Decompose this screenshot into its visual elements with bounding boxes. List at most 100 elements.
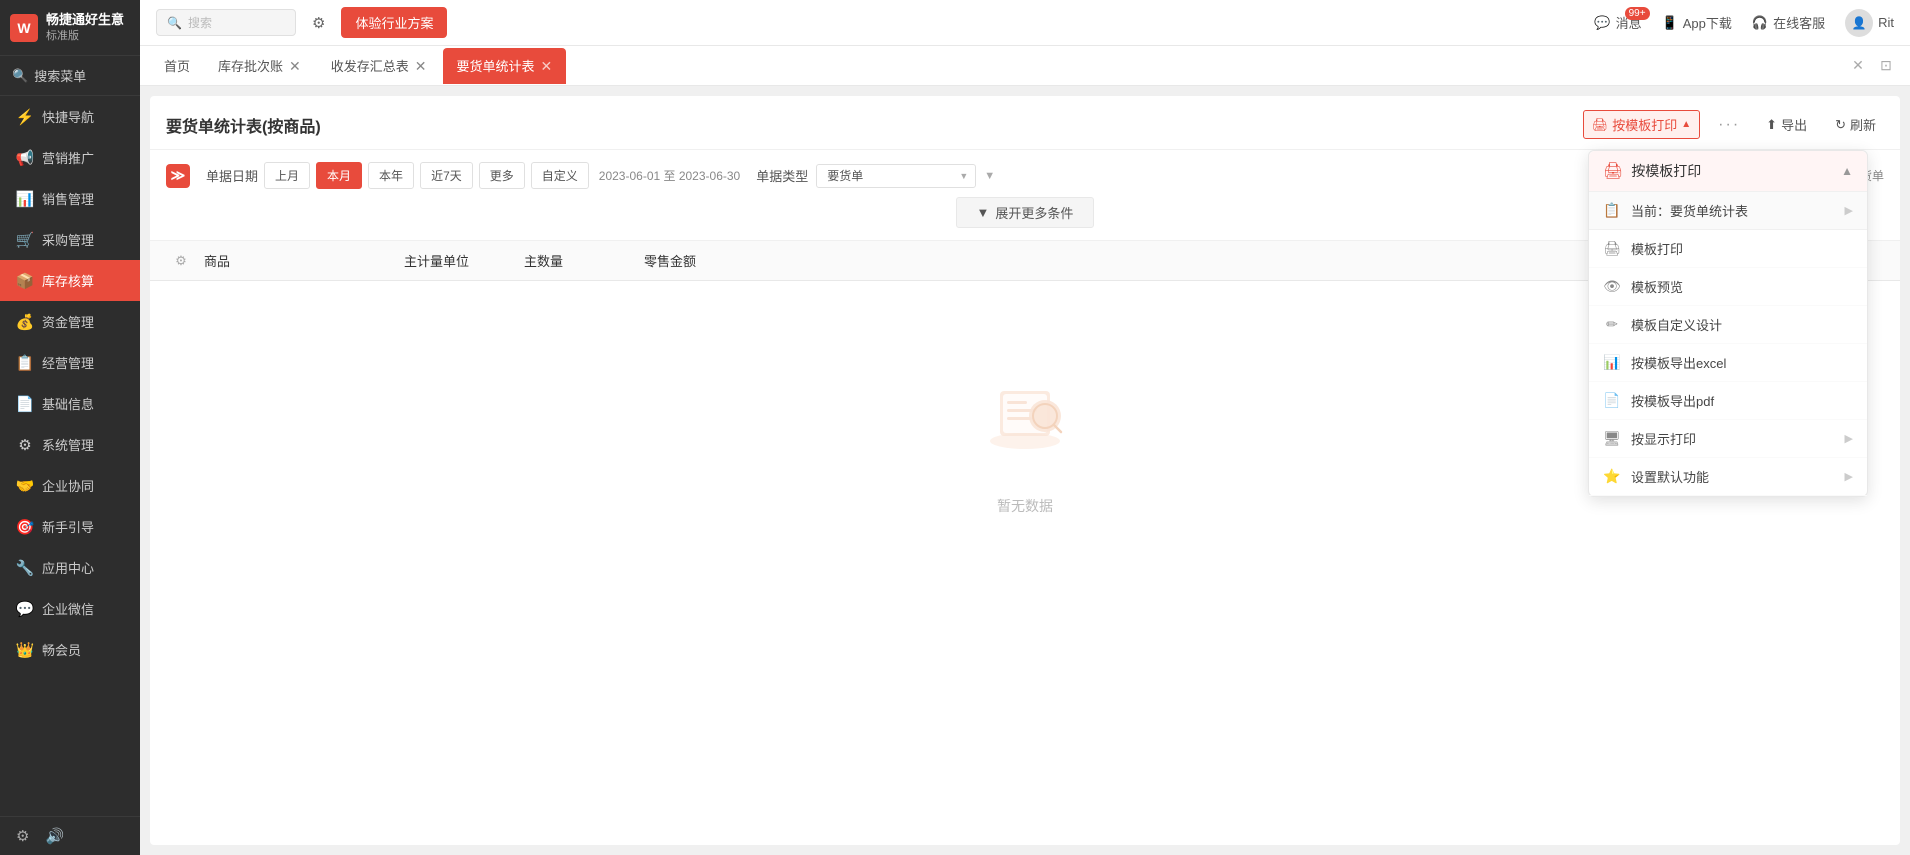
tab-batch-account[interactable]: 库存批次账 ✕	[204, 48, 315, 84]
app-version: 标准版	[46, 29, 124, 43]
nav-label-finance: 资金管理	[42, 312, 94, 331]
type-select-wrapper: 要货单	[816, 164, 976, 188]
sidebar-item-quick-nav[interactable]: ⚡ 快捷导航	[0, 96, 140, 137]
refresh-btn[interactable]: ↻ 刷新	[1827, 111, 1884, 138]
nav-label-enterprise: 企业协同	[42, 476, 94, 495]
app-logo-text: 畅捷通好生意 标准版	[46, 12, 124, 43]
template-excel-label: 按模板导出excel	[1631, 353, 1726, 372]
sidebar-item-finance[interactable]: 💰 资金管理	[0, 301, 140, 342]
template-preview-icon: 👁	[1603, 278, 1621, 295]
date-custom-btn[interactable]: 自定义	[531, 162, 589, 189]
default-func-icon: ⭐	[1603, 468, 1621, 485]
tab-home[interactable]: 首页	[152, 48, 202, 84]
date-this-month-btn[interactable]: 本月	[316, 162, 362, 189]
sidebar-item-enterprise[interactable]: 🤝 企业协同	[0, 465, 140, 506]
tab-order-stats[interactable]: 要货单统计表 ✕	[443, 48, 567, 84]
content-area: 要货单统计表(按商品) 🖨 按模板打印 ▲ ··· ⬆ 导出 ↻	[140, 86, 1910, 855]
export-btn[interactable]: ⬆ 导出	[1758, 111, 1815, 138]
sidebar: W 畅捷通好生意 标准版 🔍 搜索菜单 ⚡ 快捷导航 📢 营销推广 📊 销售管理…	[0, 0, 140, 855]
col-amount-header: 零售金额	[636, 241, 756, 280]
dropdown-template-custom[interactable]: ✏ 模板自定义设计	[1589, 306, 1867, 344]
message-icon: 💬	[1594, 15, 1610, 31]
tab-close-window-btn[interactable]: ✕	[1846, 54, 1870, 78]
dropdown-current-template[interactable]: 📋 当前：要货单统计表 ▶	[1589, 192, 1867, 230]
sidebar-item-membership[interactable]: 👑 畅会员	[0, 629, 140, 670]
template-excel-icon: 📊	[1603, 354, 1621, 371]
dropdown-chevron-up-icon[interactable]: ▲	[1841, 164, 1853, 178]
online-service-btn[interactable]: 🎧 在线客服	[1752, 13, 1825, 32]
sidebar-search[interactable]: 🔍 搜索菜单	[0, 56, 140, 96]
tab-order-stats-close[interactable]: ✕	[541, 59, 553, 73]
tab-maximize-btn[interactable]: ⊡	[1874, 54, 1898, 78]
empty-icon	[975, 361, 1075, 480]
message-badge: 99+	[1625, 7, 1650, 20]
dropdown-header-right: ▲	[1841, 164, 1853, 178]
print-template-btn[interactable]: 🖨 按模板打印 ▲	[1583, 110, 1700, 139]
nav-label-quick-nav: 快捷导航	[42, 107, 94, 126]
sidebar-item-appstore[interactable]: 🔧 应用中心	[0, 547, 140, 588]
date-this-year-btn[interactable]: 本年	[368, 162, 414, 189]
tab-receipt-summary[interactable]: 收发存汇总表 ✕	[317, 48, 441, 84]
date-more-btn[interactable]: 更多	[479, 162, 525, 189]
sidebar-bottom: ⚙ 🔊	[0, 816, 140, 855]
export-icon: ⬆	[1766, 117, 1777, 133]
nav-icon-marketing: 📢	[16, 149, 34, 167]
dropdown-default-func[interactable]: ⭐ 设置默认功能 ▶	[1589, 458, 1867, 496]
sidebar-item-purchase[interactable]: 🛒 采购管理	[0, 219, 140, 260]
search-icon: 🔍	[12, 68, 28, 84]
current-template-chevron: ▶	[1845, 204, 1853, 217]
sidebar-item-sales[interactable]: 📊 销售管理	[0, 178, 140, 219]
nav-icon-operations: 📋	[16, 354, 34, 372]
current-template-icon: 📋	[1603, 202, 1621, 219]
nav-icon-finance: 💰	[16, 313, 34, 331]
more-filters-btn[interactable]: ▼ 展开更多条件	[956, 197, 1095, 228]
message-btn[interactable]: 💬 消息 99+	[1594, 13, 1641, 32]
date-prev-month-btn[interactable]: 上月	[264, 162, 310, 189]
dropdown-display-print[interactable]: 🖥 按显示打印 ▶	[1589, 420, 1867, 458]
nav-icon-appstore: 🔧	[16, 559, 34, 577]
app-download-label: App下载	[1683, 13, 1732, 32]
topbar-search[interactable]: 🔍 搜索	[156, 9, 296, 36]
dropdown-header: 🖨 按模板打印 ▲	[1589, 151, 1867, 192]
topbar-search-icon: 🔍	[167, 16, 182, 30]
page-title: 要货单统计表(按商品)	[166, 113, 321, 137]
column-settings-btn[interactable]: ⚙	[166, 253, 196, 269]
dropdown-title: 按模板打印	[1631, 161, 1701, 181]
sidebar-item-basic-info[interactable]: 📄 基础信息	[0, 383, 140, 424]
sidebar-item-operations[interactable]: 📋 经营管理	[0, 342, 140, 383]
sound-icon[interactable]: 🔊	[45, 827, 64, 845]
user-avatar[interactable]: 👤 Rit	[1845, 9, 1894, 37]
sidebar-logo[interactable]: W 畅捷通好生意 标准版	[0, 0, 140, 56]
avatar-icon: 👤	[1852, 16, 1867, 30]
search-label: 搜索菜单	[34, 66, 86, 85]
filter-expand-toggle[interactable]: ≫	[166, 164, 190, 188]
sidebar-item-wechat[interactable]: 💬 企业微信	[0, 588, 140, 629]
page-header-actions: 🖨 按模板打印 ▲ ··· ⬆ 导出 ↻ 刷新	[1583, 110, 1884, 139]
topbar-gear-icon[interactable]: ⚙	[308, 10, 329, 36]
tab-receipt-summary-close[interactable]: ✕	[415, 59, 427, 73]
page-header: 要货单统计表(按商品) 🖨 按模板打印 ▲ ··· ⬆ 导出 ↻	[150, 96, 1900, 150]
sidebar-item-marketing[interactable]: 📢 营销推广	[0, 137, 140, 178]
nav-icon-system: ⚙	[16, 436, 34, 454]
app-download-btn[interactable]: 📱 App下载	[1662, 13, 1732, 32]
dropdown-template-pdf[interactable]: 📄 按模板导出pdf	[1589, 382, 1867, 420]
nav-label-operations: 经营管理	[42, 353, 94, 372]
sidebar-item-system[interactable]: ⚙ 系统管理	[0, 424, 140, 465]
sidebar-item-inventory[interactable]: 📦 库存核算	[0, 260, 140, 301]
date-last7-btn[interactable]: 近7天	[420, 162, 473, 189]
sidebar-item-guide[interactable]: 🎯 新手引导	[0, 506, 140, 547]
username: Rit	[1878, 15, 1894, 30]
dropdown-template-excel[interactable]: 📊 按模板导出excel	[1589, 344, 1867, 382]
dropdown-template-print[interactable]: 🖨 模板打印	[1589, 230, 1867, 268]
type-select[interactable]: 要货单	[816, 164, 976, 188]
industry-btn[interactable]: 体验行业方案	[341, 7, 447, 38]
type-dropdown-icon[interactable]: ▼	[984, 170, 995, 182]
tab-batch-account-close[interactable]: ✕	[289, 59, 301, 73]
dropdown-template-preview[interactable]: 👁 模板预览	[1589, 268, 1867, 306]
settings-icon[interactable]: ⚙	[16, 827, 29, 845]
main-area: 🔍 搜索 ⚙ 体验行业方案 💬 消息 99+ 📱 App下载 🎧 在线客服 👤	[140, 0, 1910, 855]
current-template-label: 当前：要货单统计表	[1631, 201, 1748, 220]
headset-icon: 🎧	[1752, 15, 1768, 31]
nav-icon-guide: 🎯	[16, 518, 34, 536]
more-options-btn[interactable]: ···	[1712, 114, 1746, 136]
